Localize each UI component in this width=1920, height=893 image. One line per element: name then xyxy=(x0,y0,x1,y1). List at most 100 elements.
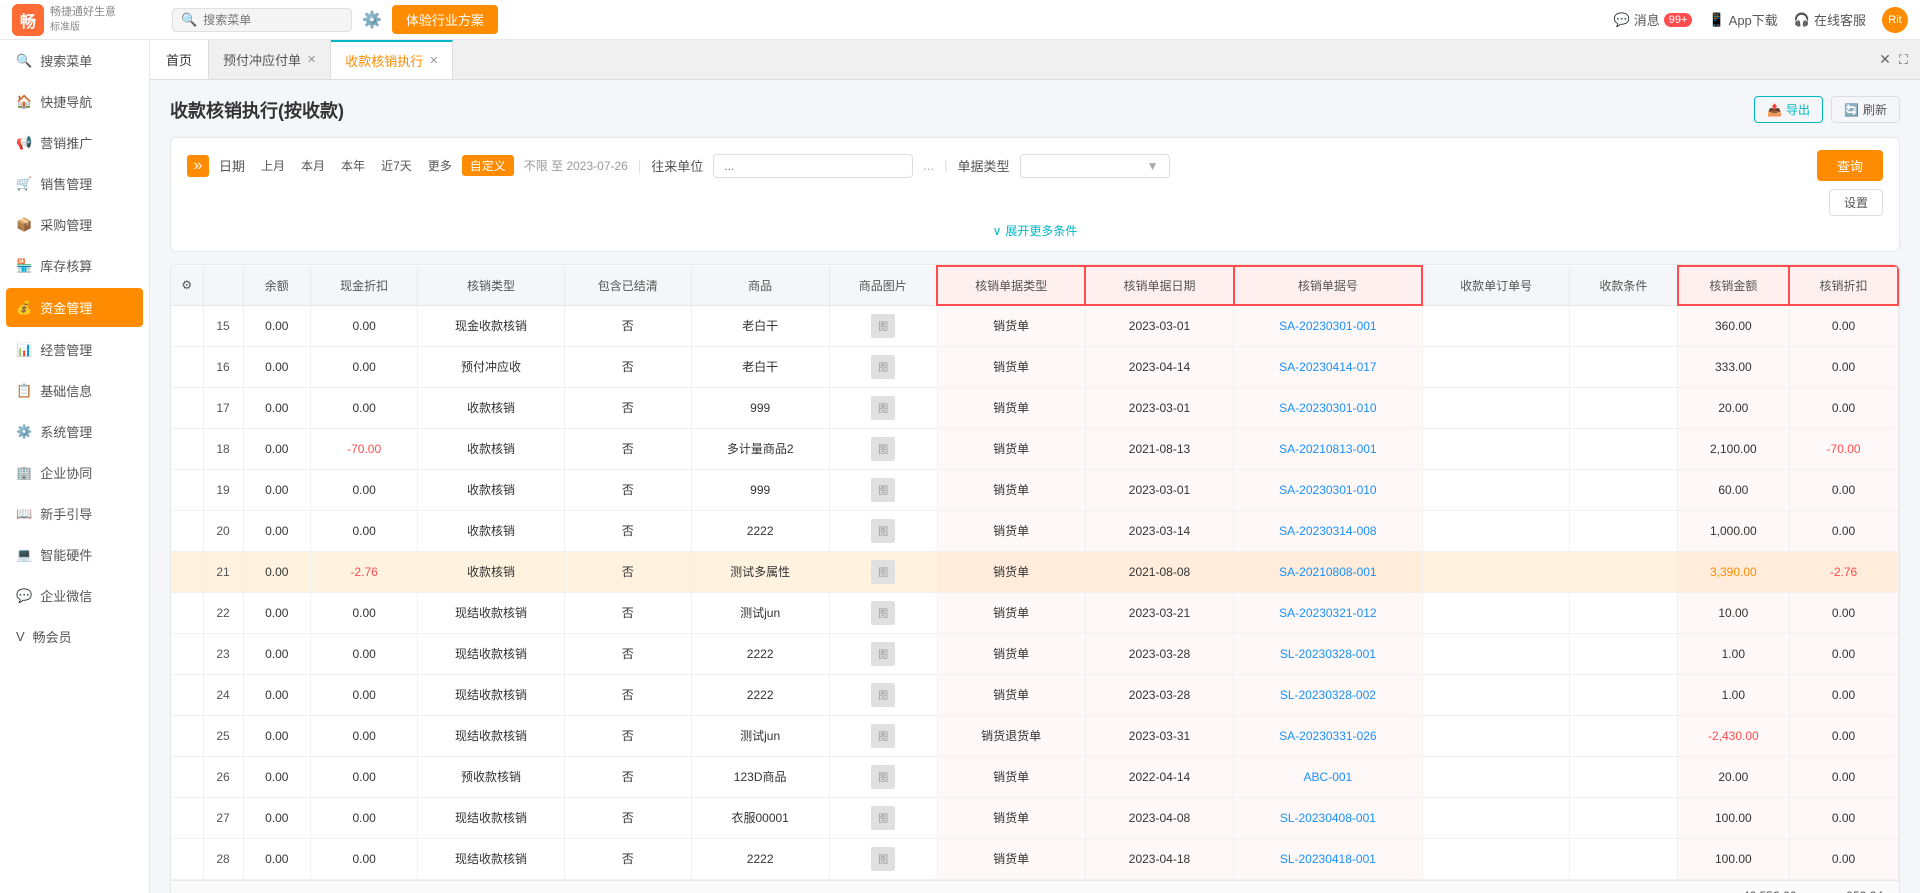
cell-verify-voucher-type: 销货单 xyxy=(937,551,1085,592)
filter-row2: 设置 xyxy=(187,189,1883,216)
sidebar-item-basic-info[interactable]: 📋 基础信息 xyxy=(0,370,149,411)
cell-verify-no[interactable]: SA-20230314-008 xyxy=(1234,510,1423,551)
sidebar-item-search-menu[interactable]: 🔍 搜索菜单 xyxy=(0,40,149,81)
cell-receipt-order xyxy=(1422,428,1569,469)
verify-no-link[interactable]: SL-20230328-002 xyxy=(1280,688,1376,702)
sidebar-item-member[interactable]: V 畅会员 xyxy=(0,616,149,657)
partner-label: 往来单位 xyxy=(651,156,703,175)
cell-verify-discount: 0.00 xyxy=(1789,592,1898,633)
cell-verify-no[interactable]: SL-20230328-002 xyxy=(1234,674,1423,715)
voucher-type-select-wrapper[interactable]: ▼ xyxy=(1020,154,1170,178)
cell-verify-no[interactable]: SL-20230418-001 xyxy=(1234,838,1423,879)
close-icon[interactable]: ✕ xyxy=(1879,51,1891,68)
cell-verify-no[interactable]: SA-20230301-010 xyxy=(1234,469,1423,510)
tab-home[interactable]: 首页 xyxy=(150,40,209,79)
tab-prepay-close[interactable]: ✕ xyxy=(307,53,316,66)
verify-no-link[interactable]: SA-20230314-008 xyxy=(1279,524,1376,538)
page-title: 收款核销执行(按收款) xyxy=(170,97,344,123)
verify-no-link[interactable]: SA-20230331-026 xyxy=(1279,729,1376,743)
date-last-month[interactable]: 上月 xyxy=(255,155,291,176)
user-area[interactable]: Rit xyxy=(1882,7,1908,33)
sidebar-item-operations[interactable]: 📊 经营管理 xyxy=(0,329,149,370)
query-btn[interactable]: 查询 xyxy=(1817,150,1883,181)
sidebar-item-inventory[interactable]: 🏪 库存核算 xyxy=(0,245,149,286)
settings-btn[interactable]: 设置 xyxy=(1829,189,1883,216)
cell-gear xyxy=(171,469,203,510)
cell-receipt-condition xyxy=(1570,592,1678,633)
cell-gear xyxy=(171,715,203,756)
cell-verify-no[interactable]: SA-20230321-012 xyxy=(1234,592,1423,633)
tab-collection[interactable]: 收款核销执行 ✕ xyxy=(331,40,453,79)
cell-receipt-condition xyxy=(1570,346,1678,387)
sidebar-item-wechat[interactable]: 💬 企业微信 xyxy=(0,575,149,616)
tab-prepay-label: 预付冲应付单 xyxy=(223,50,301,69)
cell-verify-no[interactable]: SL-20230408-001 xyxy=(1234,797,1423,838)
refresh-btn[interactable]: 🔄 刷新 xyxy=(1831,96,1900,123)
date-custom[interactable]: 自定义 xyxy=(462,155,514,176)
cell-verify-no[interactable]: SA-20230414-017 xyxy=(1234,346,1423,387)
col-verify-date: 核销单据日期 xyxy=(1085,266,1233,305)
sidebar-item-enterprise[interactable]: 🏢 企业协同 xyxy=(0,452,149,493)
cell-verify-no[interactable]: ABC-001 xyxy=(1234,756,1423,797)
date-this-month[interactable]: 本月 xyxy=(295,155,331,176)
export-btn[interactable]: 📤 导出 xyxy=(1754,96,1823,123)
verify-no-link[interactable]: SA-20230301-001 xyxy=(1279,319,1376,333)
cell-verify-amount: 3,390.00 xyxy=(1678,551,1790,592)
expand-more-bar[interactable]: ∨ 展开更多条件 xyxy=(187,222,1883,239)
verify-no-link[interactable]: ABC-001 xyxy=(1304,770,1353,784)
cell-goods: 2222 xyxy=(691,633,829,674)
chevron-down-icon: ▼ xyxy=(1147,159,1159,173)
finance-icon: 💰 xyxy=(16,300,32,316)
verify-no-link[interactable]: SA-20210813-001 xyxy=(1279,442,1376,456)
date-more[interactable]: 更多 xyxy=(422,155,458,176)
cell-verify-amount: 100.00 xyxy=(1678,797,1790,838)
sidebar-item-marketing[interactable]: 📢 营销推广 xyxy=(0,122,149,163)
verify-no-link[interactable]: SA-20230321-012 xyxy=(1279,606,1376,620)
verify-no-link[interactable]: SA-20210808-001 xyxy=(1279,565,1376,579)
filter-expand-btn[interactable]: » xyxy=(187,155,209,177)
date-this-year[interactable]: 本年 xyxy=(335,155,371,176)
industry-solution-btn[interactable]: 体验行业方案 xyxy=(392,5,498,34)
verify-no-link[interactable]: SL-20230418-001 xyxy=(1280,852,1376,866)
verify-no-link[interactable]: SA-20230301-010 xyxy=(1279,401,1376,415)
cell-include-settled: 否 xyxy=(564,428,691,469)
date-label: 日期 xyxy=(219,156,245,175)
sidebar-item-sales[interactable]: 🛒 销售管理 xyxy=(0,163,149,204)
cell-goods: 测试多属性 xyxy=(691,551,829,592)
cell-goods-image: 图 xyxy=(829,592,937,633)
inventory-icon: 🏪 xyxy=(16,258,32,274)
cell-receipt-order xyxy=(1422,387,1569,428)
top-bar: 畅 畅捷通好生意标准版 🔍 ⚙️ 体验行业方案 💬 消息 99+ 📱 App下载… xyxy=(0,0,1920,40)
verify-no-link[interactable]: SA-20230414-017 xyxy=(1279,360,1376,374)
page-content: 收款核销执行(按收款) 📤 导出 🔄 刷新 » 日期 xyxy=(150,80,1920,893)
top-search-area[interactable]: 🔍 xyxy=(172,8,352,32)
verify-no-link[interactable]: SL-20230408-001 xyxy=(1280,811,1376,825)
sidebar-item-system[interactable]: ⚙️ 系统管理 xyxy=(0,411,149,452)
sidebar-item-purchase[interactable]: 📦 采购管理 xyxy=(0,204,149,245)
message-area[interactable]: 💬 消息 99+ xyxy=(1614,10,1693,29)
cell-verify-no[interactable]: SA-20230301-001 xyxy=(1234,305,1423,346)
tab-prepay[interactable]: 预付冲应付单 ✕ xyxy=(209,40,331,79)
cell-include-settled: 否 xyxy=(564,469,691,510)
top-search-input[interactable] xyxy=(203,13,333,27)
cell-verify-no[interactable]: SA-20230301-010 xyxy=(1234,387,1423,428)
verify-no-link[interactable]: SL-20230328-001 xyxy=(1280,647,1376,661)
partner-input[interactable] xyxy=(713,154,913,178)
sidebar-item-hardware[interactable]: 💻 智能硬件 xyxy=(0,534,149,575)
tab-collection-close[interactable]: ✕ xyxy=(429,54,438,67)
sidebar-item-guide[interactable]: 📖 新手引导 xyxy=(0,493,149,534)
maximize-icon[interactable]: ⛶ xyxy=(1899,52,1908,68)
cell-verify-no[interactable]: SA-20230331-026 xyxy=(1234,715,1423,756)
col-gear[interactable]: ⚙ xyxy=(171,266,203,305)
settings-icon[interactable]: ⚙️ xyxy=(362,10,382,30)
cell-verify-no[interactable]: SA-20210808-001 xyxy=(1234,551,1423,592)
sidebar-item-finance[interactable]: 💰 资金管理 xyxy=(6,288,143,327)
cell-verify-no[interactable]: SA-20210813-001 xyxy=(1234,428,1423,469)
app-download[interactable]: 📱 App下载 xyxy=(1708,10,1777,29)
date-7days[interactable]: 近7天 xyxy=(375,155,418,176)
sidebar-item-quick-nav[interactable]: 🏠 快捷导航 xyxy=(0,81,149,122)
partner-more-icon[interactable]: ... xyxy=(923,158,934,173)
online-service[interactable]: 🎧 在线客服 xyxy=(1794,10,1866,29)
verify-no-link[interactable]: SA-20230301-010 xyxy=(1279,483,1376,497)
cell-verify-no[interactable]: SL-20230328-001 xyxy=(1234,633,1423,674)
